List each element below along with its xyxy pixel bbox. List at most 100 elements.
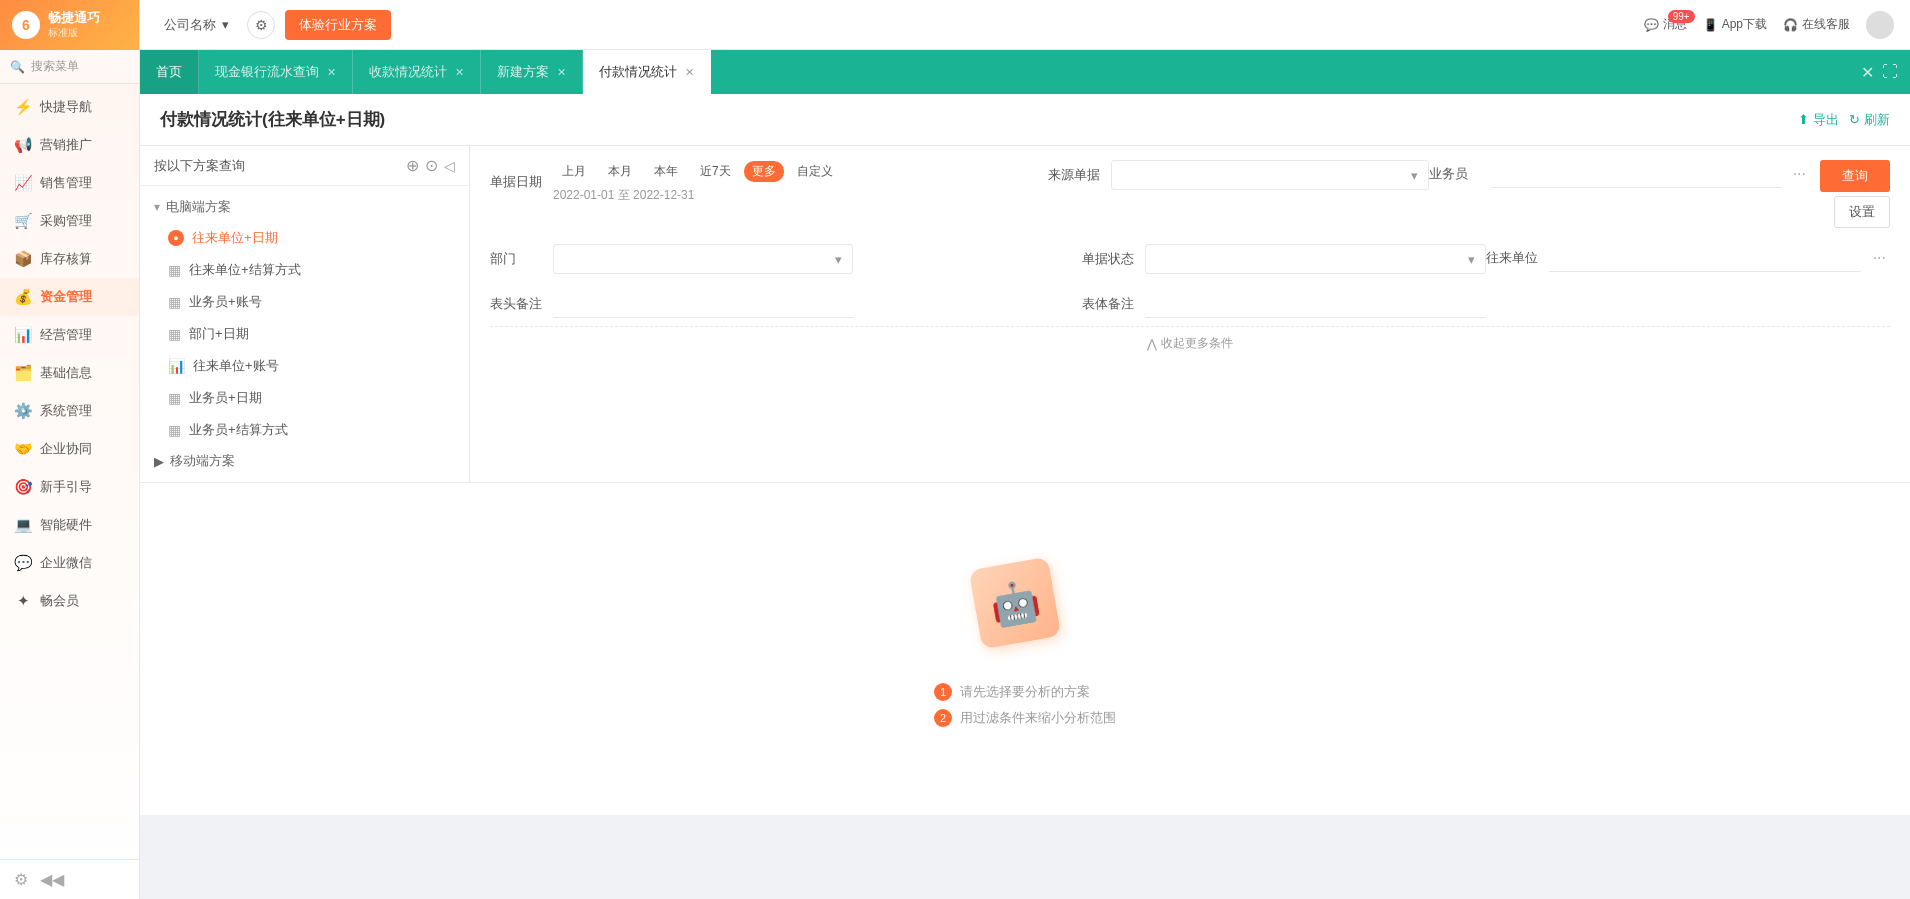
table-icon-3: ▦	[168, 326, 181, 342]
tab-payment-stats[interactable]: 付款情况统计 ✕	[583, 50, 711, 94]
app-download-action[interactable]: 📱 App下载	[1703, 16, 1767, 33]
scheme-item-salesman-settlement[interactable]: ▦ 业务员+结算方式	[140, 414, 469, 446]
tab-payment-close[interactable]: ✕	[685, 66, 694, 79]
scheme-item-dept-date[interactable]: ▦ 部门+日期	[140, 318, 469, 350]
app-download-label: App下载	[1722, 16, 1767, 33]
refresh-button[interactable]: ↻ 刷新	[1849, 111, 1890, 129]
sidebar-item-label: 采购管理	[40, 212, 92, 230]
hint-num-2: 2	[934, 709, 952, 727]
system-icon: ⚙️	[14, 402, 32, 420]
sales-icon: 📈	[14, 174, 32, 192]
date-btn-7days[interactable]: 近7天	[691, 160, 740, 183]
sidebar-item-sales[interactable]: 📈 销售管理	[0, 164, 139, 202]
close-window-icon[interactable]: ✕	[1861, 63, 1874, 82]
sidebar-item-basic[interactable]: 🗂️ 基础信息	[0, 354, 139, 392]
empty-state: 🤖 1 请先选择要分析的方案 2 用过滤条件来缩小分析范围	[140, 483, 1910, 815]
scheme-group-desktop-header[interactable]: ▾ 电脑端方案	[140, 192, 469, 222]
tab-new-scheme-close[interactable]: ✕	[557, 66, 566, 79]
sidebar-item-label: 智能硬件	[40, 516, 92, 534]
tab-receipt-close[interactable]: ✕	[455, 66, 464, 79]
date-btn-this-month[interactable]: 本月	[599, 160, 641, 183]
sidebar-item-label: 企业微信	[40, 554, 92, 572]
scheme-group-mobile-header[interactable]: ▶ 移动端方案	[140, 446, 469, 476]
scheme-item-partner-date[interactable]: ● 往来单位+日期	[140, 222, 469, 254]
header-note-input[interactable]	[553, 290, 853, 318]
trial-button[interactable]: 体验行业方案	[285, 10, 391, 40]
sidebar-item-finance[interactable]: 💰 资金管理	[0, 278, 139, 316]
sidebar-item-label: 企业协同	[40, 440, 92, 458]
scheme-list: ▾ 电脑端方案 ● 往来单位+日期 ▦ 往来单位+结算方式 ▦	[140, 186, 469, 482]
tab-receipt-stats[interactable]: 收款情况统计 ✕	[353, 50, 481, 94]
finance-icon: 💰	[14, 288, 32, 306]
form-row-1: 单据日期 上月 本月 本年 近7天 更多 自定义 2022-01-01 至 20…	[490, 160, 1890, 228]
avatar[interactable]	[1866, 11, 1894, 39]
header-note-field: 表头备注	[490, 290, 1082, 318]
tab-cash-bank-close[interactable]: ✕	[327, 66, 336, 79]
sidebar-item-system[interactable]: ⚙️ 系统管理	[0, 392, 139, 430]
query-button[interactable]: 查询	[1820, 160, 1890, 192]
sidebar-item-wechat[interactable]: 💬 企业微信	[0, 544, 139, 582]
main-area: 公司名称 ▾ ⚙ 体验行业方案 💬 消息 99+ 📱 App下载 🎧 在线客服	[140, 0, 1910, 899]
member-icon: ✦	[14, 592, 32, 610]
service-icon: 🎧	[1783, 18, 1798, 32]
search-menu[interactable]: 🔍 搜索菜单	[0, 50, 139, 84]
collapse-scheme-icon[interactable]: ◁	[444, 158, 455, 174]
add-scheme-icon[interactable]: ⊕	[406, 156, 419, 175]
tab-home[interactable]: 首页	[140, 50, 199, 94]
sidebar-item-operation[interactable]: 📊 经营管理	[0, 316, 139, 354]
salesman-ellipsis[interactable]: ···	[1789, 165, 1810, 183]
source-doc-select[interactable]: ▾	[1111, 160, 1429, 190]
sidebar-item-hardware[interactable]: 💻 智能硬件	[0, 506, 139, 544]
sidebar-nav: ⚡ 快捷导航 📢 营销推广 📈 销售管理 🛒 采购管理 📦 库存核算 💰 资金管…	[0, 84, 139, 859]
doc-status-select[interactable]: ▾	[1145, 244, 1486, 274]
message-action[interactable]: 💬 消息 99+	[1644, 16, 1687, 33]
tab-cash-bank[interactable]: 现金银行流水查询 ✕	[199, 50, 353, 94]
doc-date-label: 单据日期	[490, 173, 545, 191]
collapse-more-conditions[interactable]: ⋀ 收起更多条件	[490, 326, 1890, 360]
search-form: 单据日期 上月 本月 本年 近7天 更多 自定义 2022-01-01 至 20…	[470, 146, 1910, 482]
date-btn-this-year[interactable]: 本年	[645, 160, 687, 183]
sidebar-item-member[interactable]: ✦ 畅会员	[0, 582, 139, 620]
gear-button[interactable]: ⚙	[247, 11, 275, 39]
search-label: 搜索菜单	[31, 58, 79, 75]
body-note-input[interactable]	[1145, 290, 1486, 318]
robot-icon: 🤖	[969, 557, 1062, 650]
sidebar-item-guide[interactable]: 🎯 新手引导	[0, 468, 139, 506]
export-button[interactable]: ⬆ 导出	[1798, 111, 1839, 129]
search-icon: 🔍	[10, 60, 25, 74]
date-btn-custom[interactable]: 自定义	[788, 160, 842, 183]
sidebar-item-enterprise[interactable]: 🤝 企业协同	[0, 430, 139, 468]
partner-ellipsis[interactable]: ···	[1869, 249, 1890, 267]
basic-icon: 🗂️	[14, 364, 32, 382]
tab-new-scheme[interactable]: 新建方案 ✕	[481, 50, 583, 94]
sidebar-item-purchase[interactable]: 🛒 采购管理	[0, 202, 139, 240]
maximize-icon[interactable]: ⛶	[1882, 63, 1898, 81]
settings-icon[interactable]: ⚙	[14, 870, 28, 889]
sidebar-item-inventory[interactable]: 📦 库存核算	[0, 240, 139, 278]
company-selector[interactable]: 公司名称 ▾	[156, 12, 237, 38]
form-row-3: 表头备注 表体备注	[490, 290, 1890, 318]
sidebar-item-quick-nav[interactable]: ⚡ 快捷导航	[0, 88, 139, 126]
message-icon: 💬	[1644, 18, 1659, 32]
sidebar-item-label: 营销推广	[40, 136, 92, 154]
scheme-item-salesman-date[interactable]: ▦ 业务员+日期	[140, 382, 469, 414]
scheme-group-desktop: ▾ 电脑端方案 ● 往来单位+日期 ▦ 往来单位+结算方式 ▦	[140, 192, 469, 446]
collapse-sidebar-icon[interactable]: ◀◀	[40, 870, 64, 889]
scheme-item-salesman-account[interactable]: ▦ 业务员+账号	[140, 286, 469, 318]
partner-input[interactable]	[1549, 244, 1861, 272]
online-service-action[interactable]: 🎧 在线客服	[1783, 16, 1850, 33]
tabs-bar: 首页 现金银行流水查询 ✕ 收款情况统计 ✕ 新建方案 ✕ 付款情况统计 ✕ ✕…	[140, 50, 1910, 94]
date-btn-last-month[interactable]: 上月	[553, 160, 595, 183]
scheme-item-partner-settlement[interactable]: ▦ 往来单位+结算方式	[140, 254, 469, 286]
marketing-icon: 📢	[14, 136, 32, 154]
date-btn-more[interactable]: 更多	[744, 161, 784, 182]
dept-select[interactable]: ▾	[553, 244, 853, 274]
message-badge: 99+	[1668, 10, 1695, 23]
doc-status-label: 单据状态	[1082, 250, 1137, 268]
scheme-item-partner-account[interactable]: 📊 往来单位+账号	[140, 350, 469, 382]
settings-scheme-icon[interactable]: ⊙	[425, 156, 438, 175]
doc-date-field: 单据日期 上月 本月 本年 近7天 更多 自定义 2022-01-01 至 20…	[490, 160, 1048, 204]
settings-button[interactable]: 设置	[1834, 196, 1890, 228]
sidebar-item-marketing[interactable]: 📢 营销推广	[0, 126, 139, 164]
salesman-input[interactable]	[1492, 160, 1780, 188]
